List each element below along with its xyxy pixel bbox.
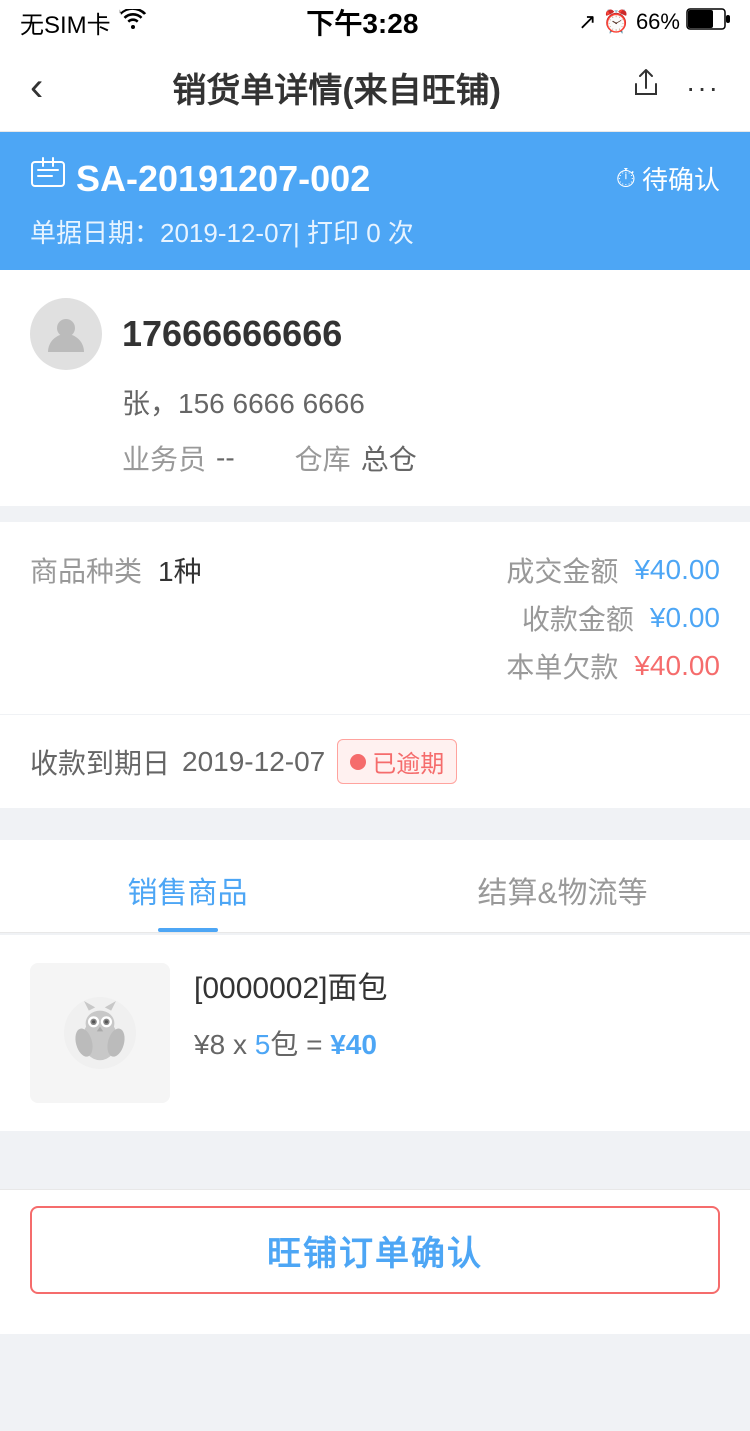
tab-sales-products[interactable]: 销售商品 [0,840,375,932]
status-bar: 无SIM卡 下午3:28 ↗ ⏰ 66% [0,0,750,44]
amount-row-1: 成交金额 ¥40.00 [506,550,720,590]
battery-text: 66% [636,9,680,35]
confirm-order-button[interactable]: 旺铺订单确认 [30,1206,720,1294]
nav-actions: ··· [630,68,720,108]
due-date-card: 收款到期日 2019-12-07 已逾期 [0,714,750,808]
battery-icon [686,8,730,36]
salesperson-field: 业务员 -- [122,438,235,478]
product-card: [0000002]面包 ¥8 x 5包 = ¥40 [0,935,750,1131]
no-sim-text: 无SIM卡 [20,5,111,40]
location-icon: ↗ [578,9,596,35]
tab-settlement-logistics[interactable]: 结算&物流等 [375,840,750,932]
product-thumbnail [30,963,170,1103]
due-date-value: 2019-12-07 [182,746,325,778]
avatar [30,298,102,370]
customer-phone: 17666666666 [122,313,342,355]
customer-card: 17666666666 张，156 6666 6666 业务员 -- 仓库 总仓 [0,270,750,506]
nav-bar: ‹ 销货单详情(来自旺铺) ··· [0,44,750,132]
amount-row-3: 本单欠款 ¥40.00 [506,646,720,686]
bottom-bar: 旺铺订单确认 [0,1189,750,1334]
overdue-dot-icon [350,754,366,770]
tab-bar: 销售商品 结算&物流等 [0,840,750,933]
customer-top: 17666666666 [30,298,720,370]
due-date-label: 收款到期日 [30,742,170,782]
summary-row: 商品种类 1种 成交金额 ¥40.00 收款金额 ¥0.00 本单欠款 ¥40.… [30,550,720,686]
alarm-icon: ⏰ [603,9,630,35]
more-icon[interactable]: ··· [686,72,720,104]
warehouse-field: 仓库 总仓 [295,438,417,478]
summary-left: 商品种类 1种 [30,550,202,590]
page-title: 销货单详情(来自旺铺) [172,63,501,112]
order-status: ⏱ 待确认 [616,160,720,197]
order-header: SA-20191207-002 ⏱ 待确认 单据日期：2019-12-07| 打… [0,132,750,270]
customer-name: 张，156 6666 6666 [122,382,720,422]
product-price: ¥8 x 5包 = ¥40 [194,1023,720,1063]
clock-icon: ⏱ [616,163,636,195]
customer-meta: 业务员 -- 仓库 总仓 [122,438,720,478]
product-type: 商品种类 1种 [30,550,202,590]
order-date: 单据日期：2019-12-07| 打印 0 次 [30,213,720,250]
divider-2 [0,808,750,824]
overdue-badge: 已逾期 [337,739,457,784]
share-icon[interactable] [630,68,662,108]
product-info: [0000002]面包 ¥8 x 5包 = ¥40 [194,963,720,1103]
status-right: ↗ ⏰ 66% [578,8,730,36]
wifi-icon [119,8,147,36]
summary-card: 商品种类 1种 成交金额 ¥40.00 收款金额 ¥0.00 本单欠款 ¥40.… [0,522,750,714]
order-header-top: SA-20191207-002 ⏱ 待确认 [30,156,720,201]
summary-right: 成交金额 ¥40.00 收款金额 ¥0.00 本单欠款 ¥40.00 [506,550,720,686]
status-time: 下午3:28 [306,2,418,42]
order-icon [30,156,66,201]
amount-row-2: 收款金额 ¥0.00 [522,598,720,638]
status-left: 无SIM卡 [20,5,147,40]
product-name: [0000002]面包 [194,963,720,1007]
back-button[interactable]: ‹ [30,65,43,110]
divider-1 [0,506,750,522]
order-id: SA-20191207-002 [30,156,370,201]
